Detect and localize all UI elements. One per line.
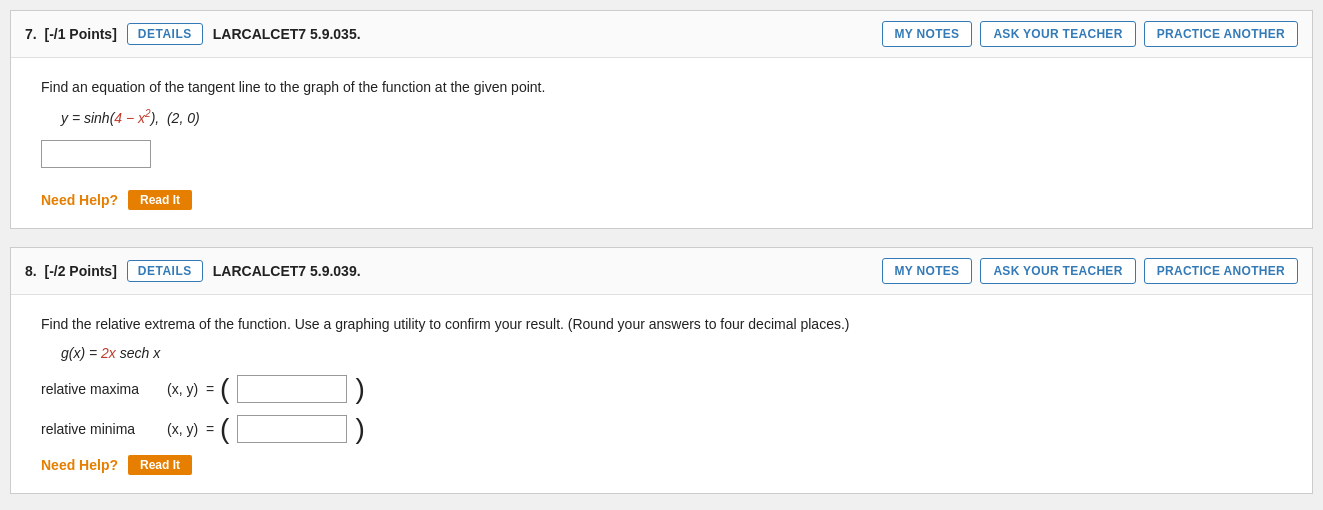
- q7-details-button[interactable]: DETAILS: [127, 23, 203, 45]
- q8-math: g(x) = 2x sech x: [61, 345, 1282, 361]
- q8-header-actions: MY NOTES ASK YOUR TEACHER PRACTICE ANOTH…: [882, 258, 1298, 284]
- q8-minima-input[interactable]: [237, 415, 347, 443]
- q7-header-actions: MY NOTES ASK YOUR TEACHER PRACTICE ANOTH…: [882, 21, 1298, 47]
- question-7: 7. [-/1 Points] DETAILS LARCALCET7 5.9.0…: [10, 10, 1313, 229]
- q8-read-it-button[interactable]: Read It: [128, 455, 192, 475]
- q8-maxima-xy: (x, y) =: [167, 381, 214, 397]
- q8-details-button[interactable]: DETAILS: [127, 260, 203, 282]
- q7-points: [-/1 Points]: [44, 26, 116, 42]
- question-7-body: Find an equation of the tangent line to …: [11, 58, 1312, 228]
- q7-read-it-button[interactable]: Read It: [128, 190, 192, 210]
- q7-answer-input[interactable]: [41, 140, 151, 168]
- q8-prompt: Find the relative extrema of the functio…: [41, 313, 1282, 335]
- q8-minima-label: relative minima: [41, 421, 161, 437]
- q8-code: LARCALCET7 5.9.039.: [213, 263, 872, 279]
- q7-practice-another-button[interactable]: PRACTICE ANOTHER: [1144, 21, 1298, 47]
- q8-minima-xy: (x, y) =: [167, 421, 214, 437]
- q7-code: LARCALCET7 5.9.035.: [213, 26, 872, 42]
- q8-my-notes-button[interactable]: MY NOTES: [882, 258, 973, 284]
- q7-need-help-label: Need Help?: [41, 192, 118, 208]
- q8-need-help-row: Need Help? Read It: [41, 455, 1282, 475]
- q8-maxima-row: relative maxima (x, y) = ( ): [41, 375, 1282, 403]
- q8-maxima-open-paren: (: [220, 375, 229, 403]
- q8-points: [-/2 Points]: [44, 263, 116, 279]
- q8-minima-open-paren: (: [220, 415, 229, 443]
- q7-my-notes-button[interactable]: MY NOTES: [882, 21, 973, 47]
- q7-math: y = sinh(4 − x2), (2, 0): [61, 108, 1282, 126]
- q7-answer-box-wrapper: [41, 140, 1282, 182]
- q8-minima-row: relative minima (x, y) = ( ): [41, 415, 1282, 443]
- q8-need-help-label: Need Help?: [41, 457, 118, 473]
- q8-ask-teacher-button[interactable]: ASK YOUR TEACHER: [980, 258, 1135, 284]
- q8-maxima-input[interactable]: [237, 375, 347, 403]
- q7-need-help-row: Need Help? Read It: [41, 190, 1282, 210]
- q8-maxima-label: relative maxima: [41, 381, 161, 397]
- q8-practice-another-button[interactable]: PRACTICE ANOTHER: [1144, 258, 1298, 284]
- q7-prompt: Find an equation of the tangent line to …: [41, 76, 1282, 98]
- question-8-header: 8. [-/2 Points] DETAILS LARCALCET7 5.9.0…: [11, 248, 1312, 295]
- question-8-body: Find the relative extrema of the functio…: [11, 295, 1312, 493]
- question-8: 8. [-/2 Points] DETAILS LARCALCET7 5.9.0…: [10, 247, 1313, 494]
- question-8-number: 8. [-/2 Points]: [25, 263, 117, 279]
- q8-maxima-close-paren: ): [355, 375, 364, 403]
- q8-num: 8.: [25, 263, 37, 279]
- q8-minima-close-paren: ): [355, 415, 364, 443]
- q7-num: 7.: [25, 26, 37, 42]
- question-7-header: 7. [-/1 Points] DETAILS LARCALCET7 5.9.0…: [11, 11, 1312, 58]
- q7-ask-teacher-button[interactable]: ASK YOUR TEACHER: [980, 21, 1135, 47]
- question-7-number: 7. [-/1 Points]: [25, 26, 117, 42]
